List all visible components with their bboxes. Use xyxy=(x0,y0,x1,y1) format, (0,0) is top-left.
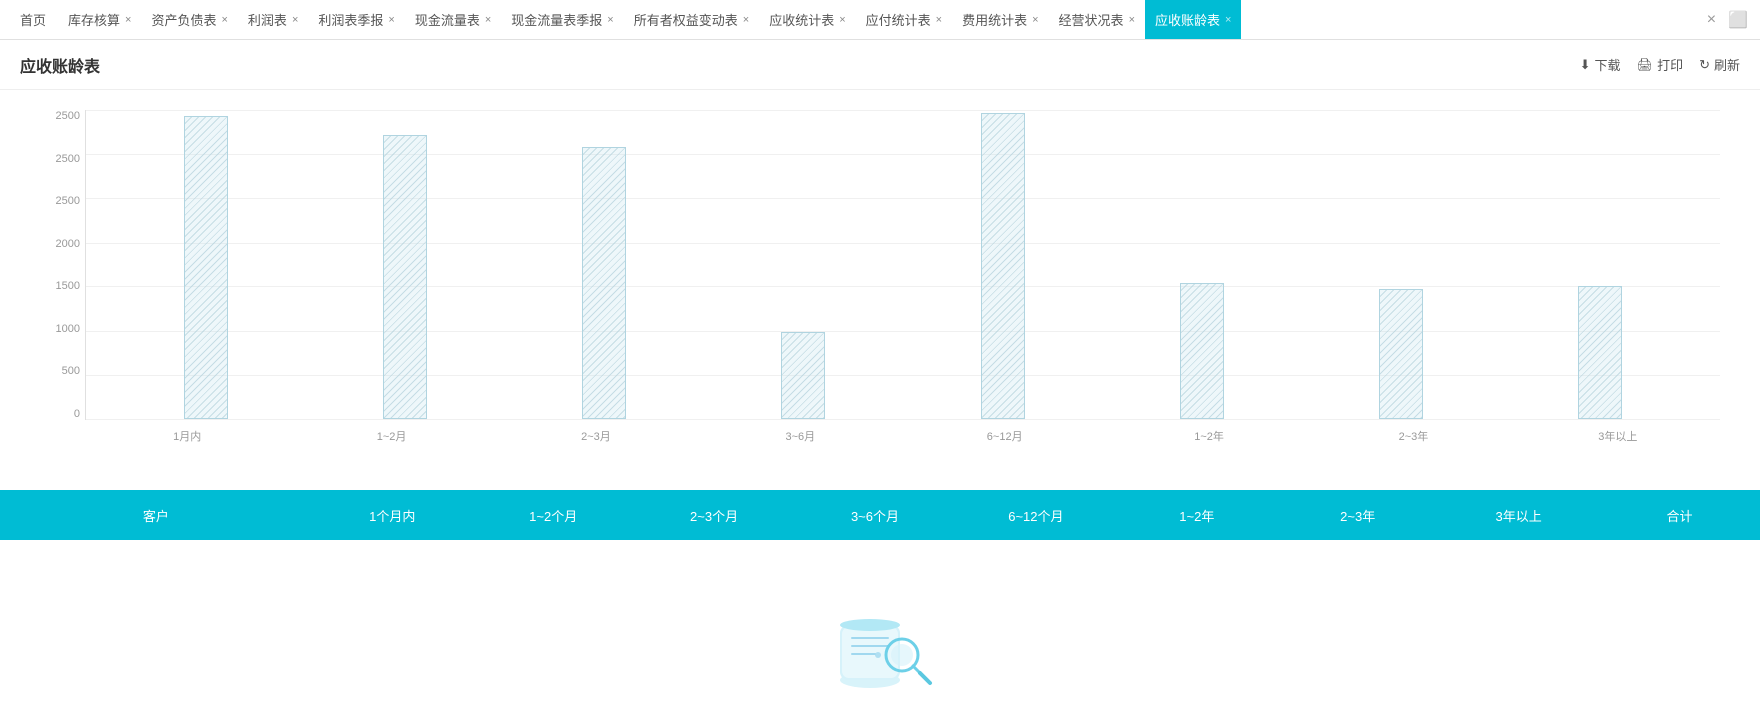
bar-group-6 xyxy=(1102,110,1301,419)
x-label-2: 1~2月 xyxy=(289,428,493,444)
print-icon: 🖨 xyxy=(1637,57,1654,73)
bar-3-6月 xyxy=(781,332,825,419)
tab-balance[interactable]: 资产负债表 × xyxy=(141,0,237,40)
x-label-7: 2~3年 xyxy=(1311,428,1515,444)
tab-operation[interactable]: 经营状况表 × xyxy=(1049,0,1145,40)
maximize-window-icon[interactable]: ⬜ xyxy=(1724,6,1752,34)
tab-bar-actions: × ⬜ xyxy=(1703,6,1752,34)
tab-close-inventory[interactable]: × xyxy=(125,14,131,26)
bar-group-8 xyxy=(1501,110,1700,419)
bar-group-5 xyxy=(903,110,1102,419)
print-button[interactable]: 🖨 打印 xyxy=(1637,55,1684,74)
chart-area: 2500 2500 2500 2000 1500 1000 500 0 xyxy=(0,90,1760,490)
bar-group-7 xyxy=(1302,110,1501,419)
bars-area xyxy=(86,110,1720,419)
tab-close-profit[interactable]: × xyxy=(292,14,298,26)
y-axis-labels: 2500 2500 2500 2000 1500 1000 500 0 xyxy=(40,110,85,420)
th-1-2month: 1~2个月 xyxy=(473,506,634,525)
main-content: 2500 2500 2500 2000 1500 1000 500 0 xyxy=(0,90,1760,720)
bar-2-3年 xyxy=(1379,289,1423,419)
empty-icon xyxy=(820,600,940,700)
tab-cashflow[interactable]: 现金流量表 × xyxy=(405,0,501,40)
tab-close-receivable-stat[interactable]: × xyxy=(839,14,845,26)
th-1month: 1个月内 xyxy=(312,506,473,525)
bar-group-4 xyxy=(704,110,903,419)
tab-bar: 首页 库存核算 × 资产负债表 × 利润表 × 利润表季报 × 现金流量表 × … xyxy=(0,0,1760,40)
close-window-icon[interactable]: × xyxy=(1703,7,1720,33)
table-header: 客户 1个月内 1~2个月 2~3个月 3~6个月 6~12个月 1~2年 2~… xyxy=(0,490,1760,540)
empty-illustration xyxy=(820,600,940,700)
tab-close-payable-stat[interactable]: × xyxy=(936,14,942,26)
tab-close-aging[interactable]: × xyxy=(1225,14,1231,26)
bar-1-2年 xyxy=(1180,283,1224,419)
page-title: 应收账龄表 xyxy=(20,53,100,77)
tab-inventory[interactable]: 库存核算 × xyxy=(58,0,141,40)
th-3year-plus: 3年以上 xyxy=(1438,506,1599,525)
th-2-3month: 2~3个月 xyxy=(634,506,795,525)
refresh-button[interactable]: ↻ 刷新 xyxy=(1699,55,1740,74)
page-actions: ⬇ 下载 🖨 打印 ↻ 刷新 xyxy=(1580,55,1740,74)
tab-home[interactable]: 首页 xyxy=(8,10,58,29)
chart-container: 2500 2500 2500 2000 1500 1000 500 0 xyxy=(40,110,1720,450)
tab-close-cashflow-quarter[interactable]: × xyxy=(607,14,613,26)
tab-payable-stat[interactable]: 应付统计表 × xyxy=(856,0,952,40)
bar-group-3 xyxy=(505,110,704,419)
x-label-1: 1月内 xyxy=(85,428,289,444)
tab-close-expense-stat[interactable]: × xyxy=(1032,14,1038,26)
bar-6-12月 xyxy=(981,113,1025,419)
tab-close-balance[interactable]: × xyxy=(221,14,227,26)
x-label-6: 1~2年 xyxy=(1107,428,1311,444)
tab-equity[interactable]: 所有者权益变动表 × xyxy=(624,0,759,40)
tab-receivable-stat[interactable]: 应收统计表 × xyxy=(759,0,855,40)
tab-expense-stat[interactable]: 费用统计表 × xyxy=(952,0,1048,40)
x-label-4: 3~6月 xyxy=(698,428,902,444)
th-customer: 客户 xyxy=(0,506,312,525)
tab-cashflow-quarter[interactable]: 现金流量表季报 × xyxy=(501,0,623,40)
empty-state xyxy=(0,540,1760,720)
download-icon: ⬇ xyxy=(1580,57,1591,73)
x-label-3: 2~3月 xyxy=(494,428,698,444)
tab-aging[interactable]: 应收账龄表 × xyxy=(1145,0,1241,40)
bar-group-2 xyxy=(305,110,504,419)
th-1-2year: 1~2年 xyxy=(1116,506,1277,525)
chart-body xyxy=(85,110,1720,420)
th-3-6month: 3~6个月 xyxy=(795,506,956,525)
page-header: 应收账龄表 ⬇ 下载 🖨 打印 ↻ 刷新 xyxy=(0,40,1760,90)
refresh-icon: ↻ xyxy=(1699,57,1710,73)
x-axis-labels: 1月内 1~2月 2~3月 3~6月 6~12月 1~2年 2~3年 3年以上 xyxy=(85,422,1720,450)
bar-1-2月 xyxy=(383,135,427,419)
bar-3年以上 xyxy=(1578,286,1622,419)
tab-close-equity[interactable]: × xyxy=(743,14,749,26)
tab-close-operation[interactable]: × xyxy=(1129,14,1135,26)
bar-group-1 xyxy=(106,110,305,419)
x-label-8: 3年以上 xyxy=(1516,428,1720,444)
bar-2-3月 xyxy=(582,147,626,419)
tab-close-cashflow[interactable]: × xyxy=(485,14,491,26)
x-label-5: 6~12月 xyxy=(903,428,1107,444)
tab-profit-quarter[interactable]: 利润表季报 × xyxy=(308,0,404,40)
tab-close-profit-quarter[interactable]: × xyxy=(388,14,394,26)
tab-profit[interactable]: 利润表 × xyxy=(238,0,308,40)
th-2-3year: 2~3年 xyxy=(1277,506,1438,525)
bar-1月内 xyxy=(184,116,228,419)
th-total: 合计 xyxy=(1599,506,1760,525)
download-button[interactable]: ⬇ 下载 xyxy=(1580,55,1621,74)
th-6-12month: 6~12个月 xyxy=(955,506,1116,525)
